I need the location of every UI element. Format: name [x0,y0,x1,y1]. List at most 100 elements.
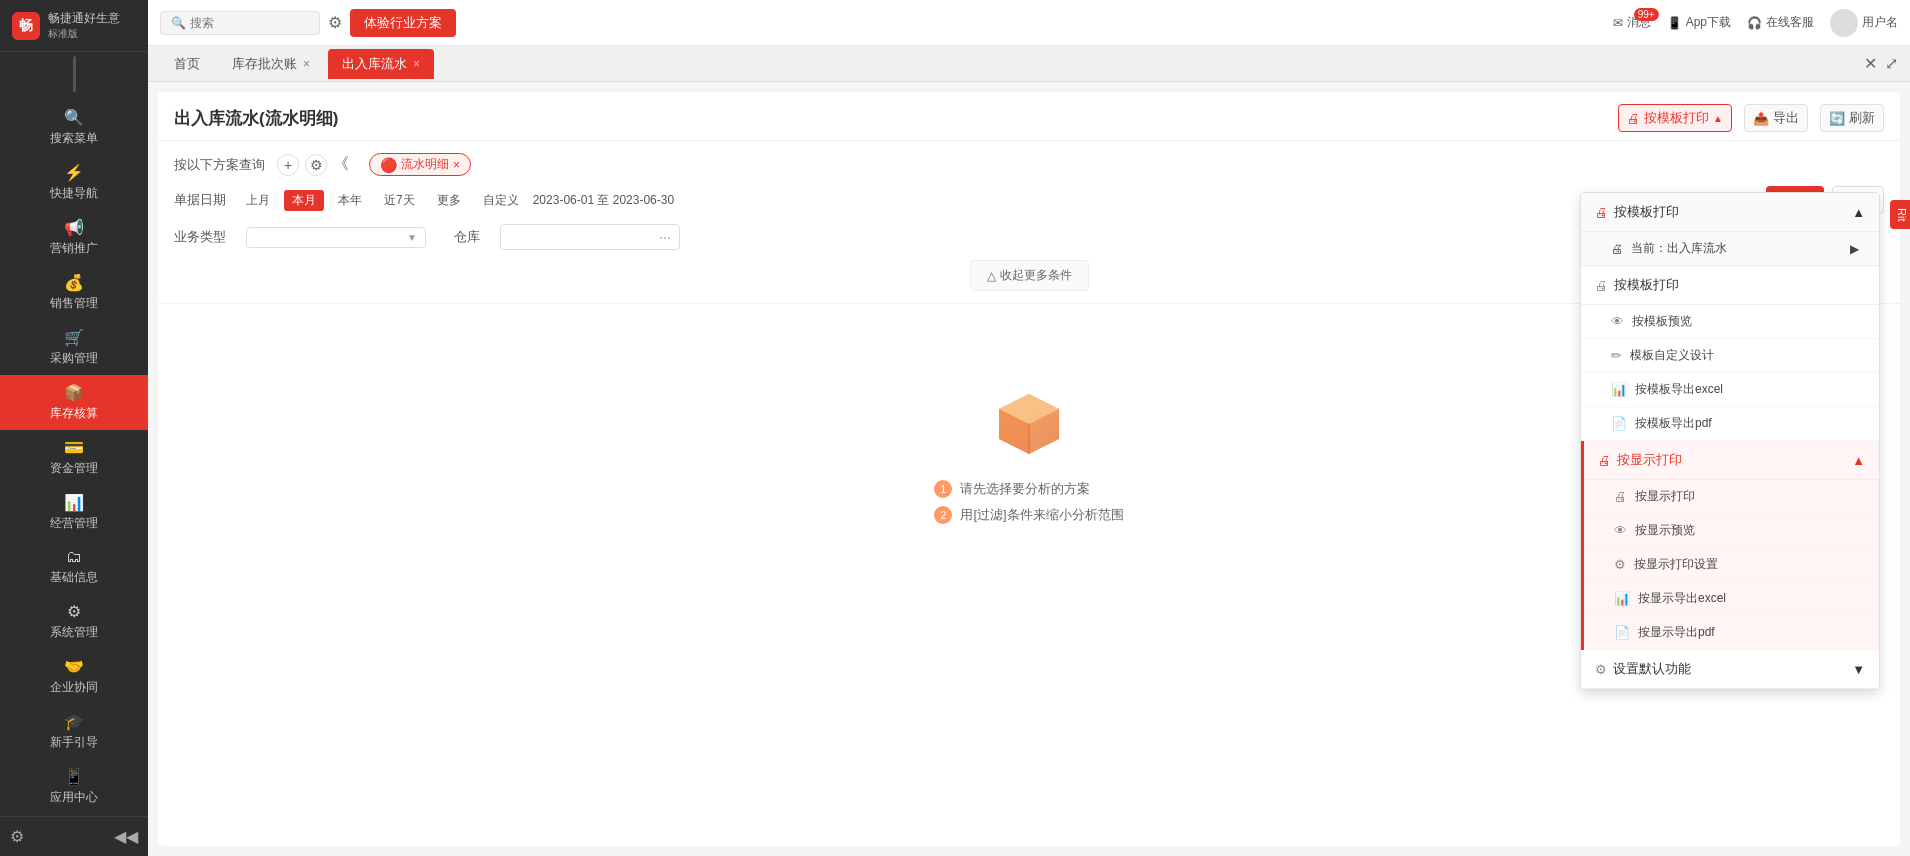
tab-batch-ledger-close-icon[interactable]: × [303,57,310,71]
date-option-this-year[interactable]: 本年 [330,190,370,211]
sidebar-item-finance[interactable]: 💳 资金管理 [0,430,148,485]
sidebar-item-search[interactable]: 🔍 搜索菜单 [0,100,148,155]
purchase-icon: 🛒 [64,328,84,347]
dropdown-template-custom[interactable]: ✏ 模板自定义设计 [1581,339,1879,373]
dropdown-main-label: 按模板打印 [1614,203,1679,221]
sidebar-item-marketing[interactable]: 📢 营销推广 [0,210,148,265]
warehouse-select[interactable]: ··· [500,224,680,250]
display-preview-icon: 👁 [1614,523,1627,538]
step-2-text: 用[过滤]条件来缩小分析范围 [960,506,1123,524]
sidebar-label-inventory: 库存核算 [50,405,98,422]
sidebar-item-appstore[interactable]: 📱 应用中心 [0,759,148,814]
business-type-label: 业务类型 [174,228,226,246]
sidebar-item-inventory[interactable]: 📦 库存核算 [0,375,148,430]
refresh-btn[interactable]: 🔄 刷新 [1820,104,1884,132]
display-print-section-label: 按显示打印 [1617,451,1682,469]
topbar-search-input[interactable] [190,16,309,30]
app-badge: 标准版 [48,27,120,41]
template-excel-icon: 📊 [1611,382,1627,397]
sidebar-label-enterprise: 企业协同 [50,679,98,696]
online-service-label: 在线客服 [1766,14,1814,31]
tab-flow-close-icon[interactable]: × [413,57,420,71]
date-option-prev-month[interactable]: 上月 [238,190,278,211]
filter-row-top: 按以下方案查询 + ⚙ 《 🔴 流水明细 × [174,153,1884,176]
inventory-icon: 📦 [64,383,84,402]
dropdown-display-pdf[interactable]: 📄 按显示导出pdf [1584,616,1879,650]
app-download-label: App下载 [1686,14,1731,31]
sidebar-item-system[interactable]: ⚙ 系统管理 [0,594,148,649]
filter-add-btn[interactable]: + [277,154,299,176]
print-template-label: 按模板打印 [1644,109,1709,127]
dropdown-current-label: 当前：出入库流水 [1631,240,1727,257]
dropdown-display-excel[interactable]: 📊 按显示导出excel [1584,582,1879,616]
template-print-section-icon: 🖨 [1595,278,1608,293]
user-avatar [1830,9,1858,37]
sidebar-label-appstore: 应用中心 [50,789,98,806]
sidebar-item-quick-nav[interactable]: ⚡ 快捷导航 [0,155,148,210]
trial-industry-btn[interactable]: 体验行业方案 [350,9,456,37]
online-service-btn[interactable]: 🎧 在线客服 [1747,14,1814,31]
dropdown-display-settings[interactable]: ⚙ 按显示打印设置 [1584,548,1879,582]
sidebar-item-guide[interactable]: 🎓 新手引导 [0,704,148,759]
step-1-text: 请先选择要分析的方案 [960,480,1090,498]
date-filter: 上月 本月 本年 近7天 更多 自定义 2023-06-01 至 2023-06… [238,190,674,211]
default-settings-header[interactable]: ⚙ 设置默认功能 ▼ [1581,650,1879,689]
app-download-btn[interactable]: 📱 App下载 [1667,14,1731,31]
close-window-icon[interactable]: ✕ [1864,54,1877,73]
flow-type-tag[interactable]: 🔴 流水明细 × [369,153,471,176]
filter-actions: + ⚙ 《 [277,154,349,176]
expand-window-icon[interactable]: ⤢ [1885,54,1898,73]
sidebar-item-purchase[interactable]: 🛒 采购管理 [0,320,148,375]
user-profile-btn[interactable]: 用户名 [1830,9,1898,37]
footer-settings-btn[interactable]: ⚙ [10,827,24,846]
dropdown-template-excel[interactable]: 📊 按模板导出excel [1581,373,1879,407]
tab-home[interactable]: 首页 [160,49,214,79]
sidebar-label-operations: 经营管理 [50,515,98,532]
template-print-section: 🖨 按模板打印 👁 按模板预览 ✏ 模板自定义设计 📊 按模板导 [1581,266,1879,441]
date-option-7days[interactable]: 近7天 [376,190,423,211]
display-print-header[interactable]: 🖨 按显示打印 ▲ [1584,441,1879,480]
sidebar: 畅 畅捷通好生意 标准版 🔍 搜索菜单 ⚡ 快捷导航 📢 营销推广 💰 销售管理… [0,0,148,856]
business-type-select[interactable]: ▼ [246,227,426,248]
step-1-num: 1 [934,480,952,498]
sidebar-item-enterprise[interactable]: 🤝 企业协同 [0,649,148,704]
dropdown-template-preview[interactable]: 👁 按模板预览 [1581,305,1879,339]
topbar-gear-icon[interactable]: ⚙ [328,13,342,32]
dropdown-template-pdf[interactable]: 📄 按模板导出pdf [1581,407,1879,441]
tab-batch-ledger[interactable]: 库存批次账 × [218,49,324,79]
print-template-btn[interactable]: 🖨 按模板打印 ▲ [1618,104,1732,132]
date-option-this-month[interactable]: 本月 [284,190,324,211]
export-btn[interactable]: 📤 导出 [1744,104,1808,132]
flow-tag-close-icon[interactable]: × [453,158,460,172]
tab-batch-ledger-label: 库存批次账 [232,55,297,73]
right-edge-bar[interactable]: Rit [1890,200,1910,229]
display-print-icon: 🖨 [1614,489,1627,504]
display-excel-label: 按显示导出excel [1638,590,1726,607]
headset-icon: 🎧 [1747,16,1762,30]
current-flow-icon: 🖨 [1611,242,1623,256]
message-btn[interactable]: ✉ 消息 99+ [1613,14,1651,31]
filter-collapse-btn[interactable]: 《 [333,154,349,175]
display-print-section-icon: 🖨 [1598,453,1611,468]
dropdown-display-print[interactable]: 🖨 按显示打印 [1584,480,1879,514]
date-option-custom[interactable]: 自定义 [475,190,527,211]
dropdown-display-preview[interactable]: 👁 按显示预览 [1584,514,1879,548]
filter-setting-btn[interactable]: ⚙ [305,154,327,176]
system-icon: ⚙ [67,602,81,621]
collapse-more-btn[interactable]: △ 收起更多条件 [970,260,1089,291]
sidebar-label-basic: 基础信息 [50,569,98,586]
warehouse-dots-icon: ··· [659,229,671,245]
topbar-search-box[interactable]: 🔍 [160,11,320,35]
sidebar-item-basic[interactable]: 🗂 基础信息 [0,540,148,594]
default-settings-arrow: ▼ [1852,662,1865,677]
sidebar-item-operations[interactable]: 📊 经营管理 [0,485,148,540]
template-print-header[interactable]: 🖨 按模板打印 [1581,266,1879,305]
sidebar-item-sales[interactable]: 💰 销售管理 [0,265,148,320]
dropdown-current-arrow-icon: ▶ [1850,242,1859,256]
date-option-more[interactable]: 更多 [429,190,469,211]
dropdown-current-item[interactable]: 🖨 当前：出入库流水 ▶ [1581,232,1879,266]
sidebar-label-guide: 新手引导 [50,734,98,751]
dropdown-main-header[interactable]: 🖨 按模板打印 ▲ [1581,193,1879,232]
footer-collapse-btn[interactable]: ◀◀ [114,827,138,846]
tab-flow[interactable]: 出入库流水 × [328,49,434,79]
